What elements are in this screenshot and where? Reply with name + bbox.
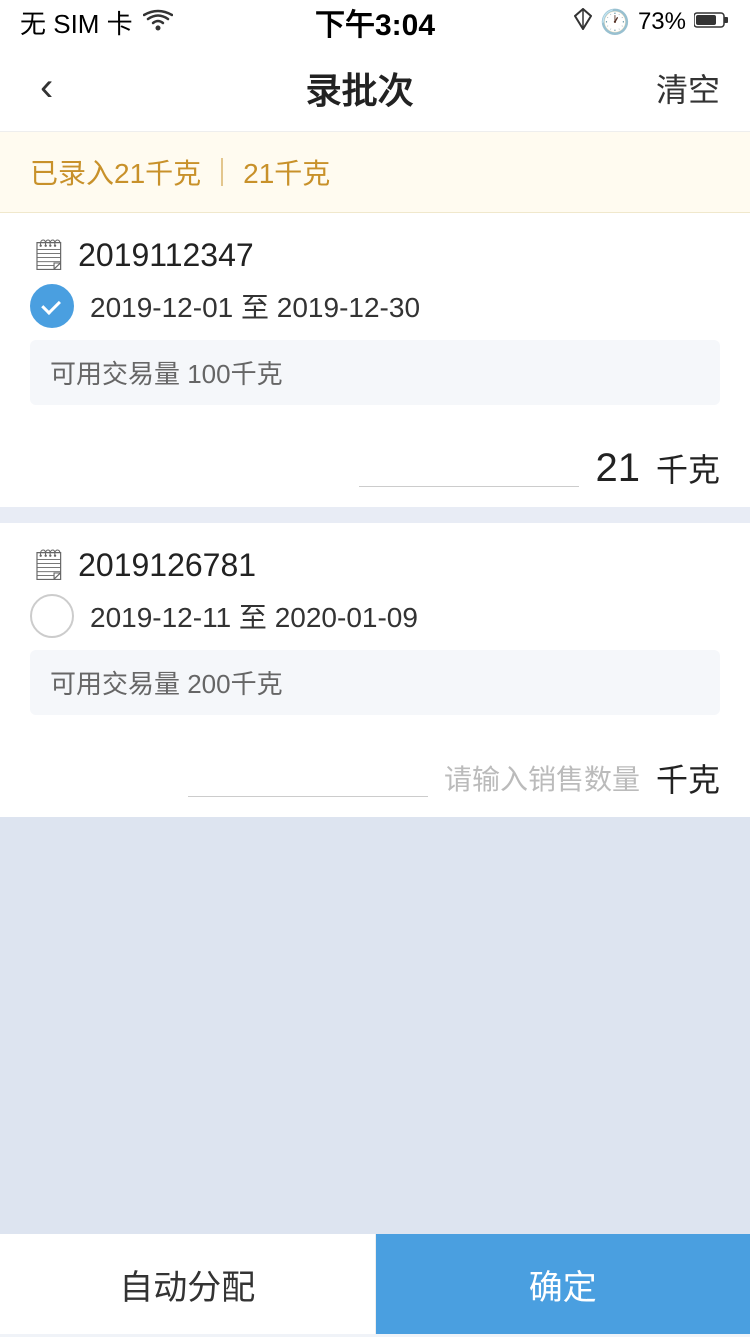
clear-button[interactable]: 清空 <box>656 65 720 111</box>
page-title: 录批次 <box>306 62 414 114</box>
batch-1-amount[interactable]: 21 <box>595 446 640 491</box>
status-right: 🕐 73% <box>574 8 730 37</box>
batch-1-amount-row: 21 千克 <box>0 429 750 507</box>
batch-2-input-placeholder: 请输入销售数量 <box>444 758 640 798</box>
batch-2-id: 2019126781 <box>78 547 256 584</box>
batch-1-radio[interactable] <box>30 284 74 328</box>
batch-2-unit: 千克 <box>656 755 720 801</box>
alarm-icon: 🕐 <box>600 8 630 37</box>
batch-1-id-row: 🗒 2019112347 <box>30 237 720 274</box>
doc-icon-2: 🗒 <box>30 548 68 583</box>
battery-icon <box>694 8 730 36</box>
batch-1-available: 可用交易量 100千克 <box>30 340 720 405</box>
recorded-label: 已录入21千克 <box>30 152 201 192</box>
batch-2-available: 可用交易量 200千克 <box>30 650 720 715</box>
batch-2-radio[interactable] <box>30 594 74 638</box>
nav-bar: ‹ 录批次 清空 <box>0 44 750 132</box>
batch-2-input-row[interactable]: 请输入销售数量 千克 <box>0 739 750 817</box>
status-time: 下午3:04 <box>315 0 435 44</box>
status-bar: 无 SIM 卡 下午3:04 🕐 73% <box>0 0 750 44</box>
doc-icon-1: 🗒 <box>30 238 68 273</box>
auto-distribute-button[interactable]: 自动分配 <box>0 1234 376 1334</box>
carrier-text: 无 SIM 卡 <box>20 4 133 41</box>
info-banner: 已录入21千克 21千克 <box>0 132 750 213</box>
batch-2-item: 🗒 2019126781 2019-12-11 至 2020-01-09 可用交… <box>0 523 750 739</box>
info-divider <box>221 158 223 186</box>
batch-1-unit: 千克 <box>656 445 720 491</box>
gray-area <box>0 817 750 1237</box>
batch-1-date-row[interactable]: 2019-12-01 至 2019-12-30 <box>30 284 720 328</box>
batch-1-card: 🗒 2019112347 2019-12-01 至 2019-12-30 可用交… <box>0 213 750 507</box>
section-divider <box>0 507 750 523</box>
batch-2-date-row[interactable]: 2019-12-11 至 2020-01-09 <box>30 594 720 638</box>
back-button[interactable]: ‹ <box>30 55 63 120</box>
batch-2-date: 2019-12-11 至 2020-01-09 <box>90 596 418 636</box>
wifi-icon <box>143 7 173 38</box>
batch-1-id: 2019112347 <box>78 237 254 274</box>
confirm-button[interactable]: 确定 <box>376 1234 750 1334</box>
location-icon <box>574 8 592 37</box>
info-amount: 21千克 <box>243 152 330 192</box>
bottom-bar: 自动分配 确定 <box>0 1234 750 1334</box>
input-underline-2 <box>188 796 428 797</box>
batch-1-item: 🗒 2019112347 2019-12-01 至 2019-12-30 可用交… <box>0 213 750 429</box>
status-left: 无 SIM 卡 <box>20 4 173 41</box>
content-wrapper: 已录入21千克 21千克 🗒 2019112347 2019-12-01 至 2… <box>0 132 750 1337</box>
battery-text: 73% <box>638 8 686 36</box>
amount-underline <box>359 486 579 487</box>
batch-2-id-row: 🗒 2019126781 <box>30 547 720 584</box>
batch-2-card: 🗒 2019126781 2019-12-11 至 2020-01-09 可用交… <box>0 523 750 817</box>
batch-1-date: 2019-12-01 至 2019-12-30 <box>90 286 420 326</box>
